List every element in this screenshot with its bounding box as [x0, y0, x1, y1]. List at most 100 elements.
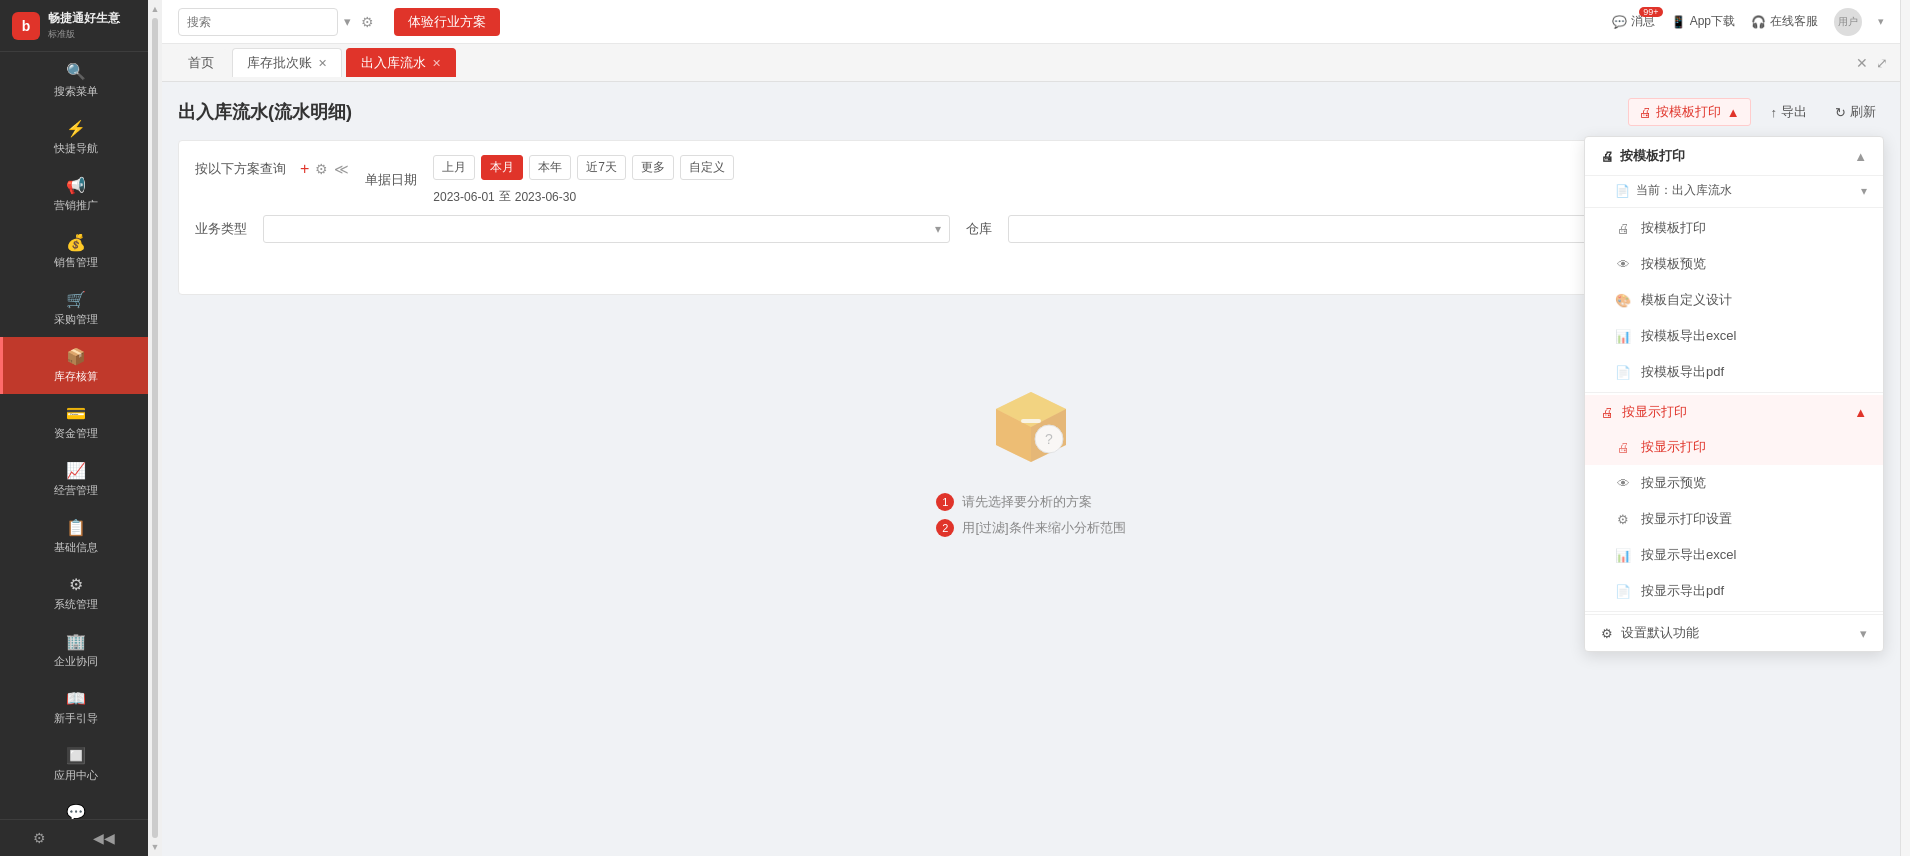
- svg-text:?: ?: [1045, 431, 1053, 447]
- dropdown-item-preview-template[interactable]: 👁 按模板预览: [1585, 246, 1883, 282]
- online-service-btn[interactable]: 🎧 在线客服: [1751, 13, 1818, 30]
- search-icon: 🔍: [66, 62, 86, 81]
- dropdown-display-up-icon[interactable]: ▲: [1854, 405, 1867, 420]
- date-btn-more[interactable]: 更多: [632, 155, 674, 180]
- business-type-select[interactable]: ▾: [263, 215, 950, 243]
- refresh-icon: ↻: [1835, 105, 1846, 120]
- settings-default-icon: ⚙: [1601, 626, 1613, 641]
- sidebar-item-basic-info[interactable]: 📋 基础信息: [0, 508, 148, 565]
- empty-state-icon: ?: [981, 377, 1081, 477]
- sidebar-item-purchase[interactable]: 🛒 采购管理: [0, 280, 148, 337]
- empty-tip-2: 2 用[过滤]条件来缩小分析范围: [936, 519, 1125, 537]
- export-icon: ↑: [1771, 105, 1778, 120]
- trial-btn[interactable]: 体验行业方案: [394, 8, 500, 36]
- app-center-icon: 🔲: [66, 746, 86, 765]
- message-btn[interactable]: 💬 消息 99+: [1612, 13, 1655, 30]
- wechat-icon: 💬: [66, 803, 86, 819]
- sidebar-item-quick-nav[interactable]: ⚡ 快捷导航: [0, 109, 148, 166]
- enterprise-icon: 🏢: [66, 632, 86, 651]
- sidebar-logo: b 畅捷通好生意 标准版: [0, 0, 148, 52]
- sidebar-item-wechat[interactable]: 💬 企业微信: [0, 793, 148, 819]
- date-btn-custom[interactable]: 自定义: [680, 155, 734, 180]
- right-edge-scrollbar[interactable]: [1900, 0, 1910, 856]
- business-type-arrow-icon: ▾: [935, 222, 941, 236]
- finance-icon: 💳: [66, 404, 86, 423]
- sidebar-settings-btn[interactable]: ⚙: [33, 830, 46, 846]
- dropdown-item-print-template[interactable]: 🖨 按模板打印: [1585, 210, 1883, 246]
- print-display-icon: 🖨: [1615, 439, 1631, 455]
- window-close-btn[interactable]: ✕: [1856, 55, 1868, 71]
- user-dropdown-icon[interactable]: ▾: [1878, 15, 1884, 28]
- dropdown-footer[interactable]: ⚙ 设置默认功能 ▾: [1585, 614, 1883, 651]
- tab-home[interactable]: 首页: [174, 49, 228, 77]
- dropdown-item-export-excel-template[interactable]: 📊 按模板导出excel: [1585, 318, 1883, 354]
- dropdown-current-arrow-icon[interactable]: ▾: [1861, 184, 1867, 198]
- sidebar-scrollbar[interactable]: ▲ ▼: [148, 0, 162, 856]
- date-btn-last-7-days[interactable]: 近7天: [577, 155, 626, 180]
- dropdown-item-preview-display[interactable]: 👁 按显示预览: [1585, 465, 1883, 501]
- dropdown-item-custom-design[interactable]: 🎨 模板自定义设计: [1585, 282, 1883, 318]
- sidebar-collapse-btn[interactable]: ◀◀: [93, 830, 115, 846]
- custom-design-icon: 🎨: [1615, 292, 1631, 308]
- filter-collapse-icon[interactable]: ≪: [334, 155, 349, 183]
- date-btn-this-month[interactable]: 本月: [481, 155, 523, 180]
- user-avatar[interactable]: 用户: [1834, 8, 1862, 36]
- search-arrow-icon[interactable]: ▾: [344, 14, 351, 29]
- filter-settings-icon[interactable]: ⚙: [315, 155, 328, 183]
- sidebar-item-sales[interactable]: 💰 销售管理: [0, 223, 148, 280]
- dropdown-item-export-pdf-display[interactable]: 📄 按显示导出pdf: [1585, 573, 1883, 609]
- sidebar-item-finance[interactable]: 💳 资金管理: [0, 394, 148, 451]
- dropdown-item-print-display[interactable]: 🖨 按显示打印: [1585, 429, 1883, 465]
- sidebar-item-inventory[interactable]: 📦 库存核算: [0, 337, 148, 394]
- search-input[interactable]: [178, 8, 338, 36]
- page-content: 出入库流水(流水明细) 🖨 按模板打印 ▲ ↑ 导出 ↻ 刷新: [162, 82, 1900, 856]
- dropdown-item-print-settings[interactable]: ⚙ 按显示打印设置: [1585, 501, 1883, 537]
- dropdown-item-export-excel-display[interactable]: 📊 按显示导出excel: [1585, 537, 1883, 573]
- dropdown-header-up-icon[interactable]: ▲: [1854, 149, 1867, 164]
- page-actions: 🖨 按模板打印 ▲ ↑ 导出 ↻ 刷新: [1628, 98, 1884, 126]
- date-btn-last-month[interactable]: 上月: [433, 155, 475, 180]
- date-btn-this-year[interactable]: 本年: [529, 155, 571, 180]
- sidebar-item-guide[interactable]: 📖 新手引导: [0, 679, 148, 736]
- filter-add-btn[interactable]: +: [300, 155, 309, 183]
- scroll-thumb[interactable]: [152, 18, 158, 838]
- dropdown-display-title: 🖨 按显示打印: [1601, 403, 1687, 421]
- dropdown-print-icon: 🖨: [1601, 149, 1614, 164]
- sidebar-item-operations[interactable]: 📈 经营管理: [0, 451, 148, 508]
- date-filter-area: 单据日期 上月 本月 本年 近7天 更多 自定义 2023-: [365, 155, 1709, 205]
- sidebar: b 畅捷通好生意 标准版 🔍 搜索菜单 ⚡ 快捷导航 📢 营销推广 💰: [0, 0, 148, 856]
- print-chevron-icon[interactable]: ▲: [1727, 105, 1740, 120]
- tab-inventory-flow-close[interactable]: ✕: [432, 57, 441, 70]
- topbar-gear-icon[interactable]: ⚙: [361, 14, 374, 30]
- operations-icon: 📈: [66, 461, 86, 480]
- sidebar-item-marketing[interactable]: 📢 营销推广: [0, 166, 148, 223]
- export-pdf-display-icon: 📄: [1615, 583, 1631, 599]
- sidebar-logo-text: 畅捷通好生意 标准版: [48, 10, 120, 41]
- basic-info-icon: 📋: [66, 518, 86, 537]
- scroll-down-icon[interactable]: ▼: [151, 842, 160, 852]
- sidebar-item-search[interactable]: 🔍 搜索菜单: [0, 52, 148, 109]
- purchase-icon: 🛒: [66, 290, 86, 309]
- export-btn[interactable]: ↑ 导出: [1763, 99, 1816, 125]
- sidebar-bottom: ⚙ ◀◀: [0, 819, 148, 856]
- tab-batch-account[interactable]: 库存批次账 ✕: [232, 48, 342, 77]
- dropdown-display-header[interactable]: 🖨 按显示打印 ▲: [1585, 395, 1883, 429]
- app-logo-icon: b: [12, 12, 40, 40]
- tab-inventory-flow[interactable]: 出入库流水 ✕: [346, 48, 456, 77]
- main-content: ▾ ⚙ 体验行业方案 💬 消息 99+ 📱 App下载 🎧 在线客服: [162, 0, 1900, 856]
- window-maximize-btn[interactable]: ⤢: [1876, 55, 1888, 71]
- scroll-up-icon[interactable]: ▲: [151, 4, 160, 14]
- message-icon: 💬: [1612, 15, 1627, 29]
- business-type-label: 业务类型: [195, 215, 247, 243]
- headset-icon: 🎧: [1751, 15, 1766, 29]
- tab-batch-account-close[interactable]: ✕: [318, 57, 327, 70]
- sidebar-item-enterprise[interactable]: 🏢 企业协同: [0, 622, 148, 679]
- print-template-btn[interactable]: 🖨 按模板打印 ▲: [1628, 98, 1751, 126]
- sidebar-item-app-center[interactable]: 🔲 应用中心: [0, 736, 148, 793]
- refresh-btn[interactable]: ↻ 刷新: [1827, 99, 1884, 125]
- dropdown-item-export-pdf-template[interactable]: 📄 按模板导出pdf: [1585, 354, 1883, 390]
- app-download-btn[interactable]: 📱 App下载: [1671, 13, 1735, 30]
- window-controls: ✕ ⤢: [1856, 55, 1888, 71]
- dropdown-current-label: 当前：出入库流水: [1636, 182, 1861, 199]
- sidebar-item-system[interactable]: ⚙ 系统管理: [0, 565, 148, 622]
